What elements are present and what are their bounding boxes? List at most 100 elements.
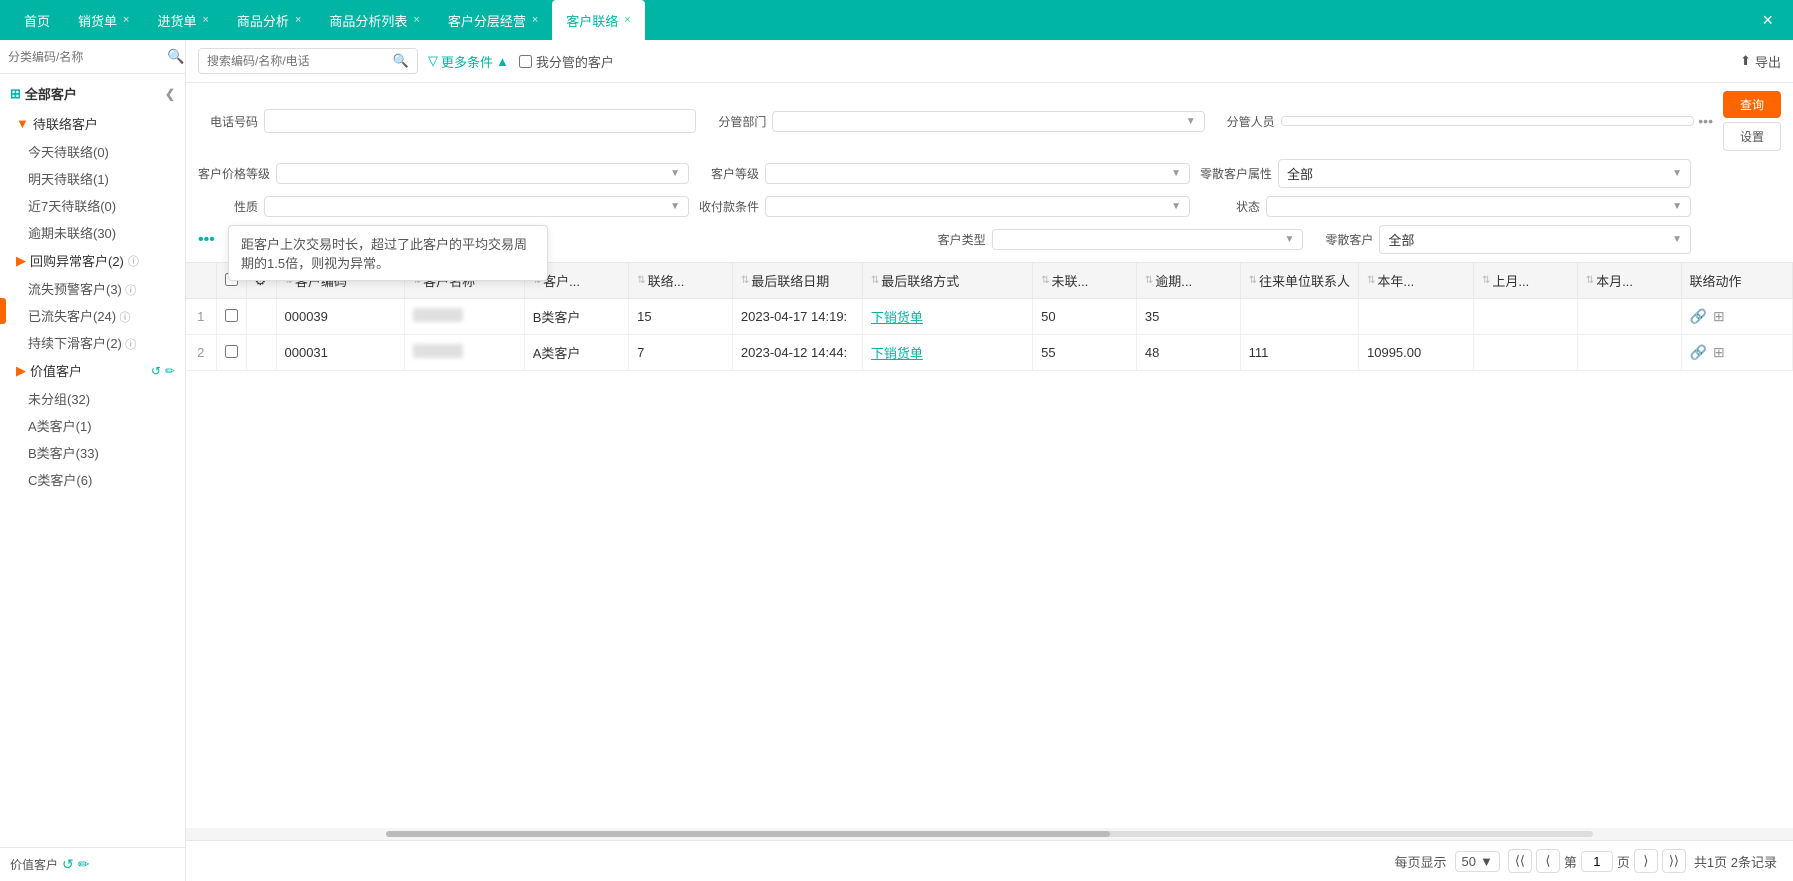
tree-root-all-customers[interactable]: ⊞ 全部客户 ❮ [0, 78, 185, 109]
row-last-method[interactable]: 下销货单 [862, 335, 1032, 371]
close-icon[interactable]: × [202, 14, 208, 26]
scatter-customer-select[interactable]: 全部 ▼ [1379, 225, 1691, 254]
page-nav: ⟨⟨ ⟨ 第 页 ⟩ ⟩⟩ [1508, 849, 1686, 873]
sidebar-section-value[interactable]: ▶ 价值客户 ↺ ✏ [0, 356, 185, 385]
refresh-icon[interactable]: ↺ [62, 856, 74, 873]
sidebar-bottom-label: 价值客户 [10, 856, 58, 873]
scatter-customer-label: 零散客户 [1313, 231, 1373, 248]
row-checkbox-cell [216, 335, 246, 371]
sidebar-item-declining[interactable]: 持续下滑客户(2) ⓘ [0, 329, 185, 356]
more-conditions-button[interactable]: ▽ 更多条件 ▲ [428, 52, 509, 71]
sidebar-item-ungrouped[interactable]: 未分组(32) [0, 385, 185, 412]
info-icon: ⓘ [128, 253, 139, 269]
sidebar-section-repurchase[interactable]: ▶ 回购异常客户(2) ⓘ [0, 246, 185, 275]
nav-item-sales[interactable]: 销货单 × [64, 0, 143, 40]
dots-button[interactable]: ••• [1698, 113, 1713, 129]
grid-action-icon[interactable]: ⊞ [1713, 308, 1725, 325]
edit-icon[interactable]: ✏ [165, 364, 175, 378]
sidebar-item-overdue[interactable]: 逾期未联络(30) [0, 219, 185, 246]
sidebar-search-input[interactable] [8, 50, 163, 64]
status-label: 状态 [1200, 198, 1260, 215]
customer-grade-select[interactable]: ▼ [765, 163, 1190, 184]
search-icon: 🔍 [167, 48, 184, 65]
top-nav: 首页 销货单 × 进货单 × 商品分析 × 商品分析列表 × 客户分层经营 × … [0, 0, 1793, 40]
collapse-icon[interactable]: ❮ [165, 87, 175, 101]
chevron-down-icon: ▼ [1284, 234, 1294, 245]
page-input[interactable] [1581, 851, 1613, 872]
sidebar-item-b-class[interactable]: B类客户(33) [0, 439, 185, 466]
col-last-method: ⇅ 最后联络方式 [862, 263, 1032, 299]
edit-icon[interactable]: ✏ [78, 856, 90, 873]
scatter-attr-select[interactable]: 全部 ▼ [1278, 159, 1691, 188]
col-contact-count: ⇅ 联络... [629, 263, 733, 299]
nav-item-analysis[interactable]: 商品分析 × [223, 0, 315, 40]
my-customer-checkbox[interactable] [519, 55, 532, 68]
dept-select[interactable]: ▼ [772, 111, 1204, 132]
row-checkbox[interactable] [225, 345, 238, 358]
sidebar-item-tomorrow[interactable]: 明天待联络(1) [0, 165, 185, 192]
payment-label: 收付款条件 [699, 198, 759, 215]
info-icon: ⓘ [125, 285, 136, 297]
manager-input[interactable] [1281, 116, 1695, 126]
sidebar-item-today[interactable]: 今天待联络(0) [0, 138, 185, 165]
arrow-right-icon: ▶ [16, 363, 26, 379]
row-this-month [1577, 299, 1681, 335]
nav-item-customer-tier[interactable]: 客户分层经营 × [434, 0, 552, 40]
pagination-bar: 每页显示 50 ▼ ⟨⟨ ⟨ 第 页 ⟩ ⟩⟩ 共1页 2条记录 [186, 840, 1793, 881]
nature-select[interactable]: ▼ [264, 196, 689, 217]
nav-item-purchase[interactable]: 进货单 × [143, 0, 222, 40]
refresh-icon[interactable]: ↺ [151, 364, 161, 378]
first-page-button[interactable]: ⟨⟨ [1508, 849, 1532, 873]
row-overdue: 35 [1136, 299, 1240, 335]
status-select[interactable]: ▼ [1266, 196, 1691, 217]
link-icon[interactable]: 🔗 [1690, 344, 1707, 361]
nav-item-customer-contact[interactable]: 客户联络 × [552, 0, 644, 40]
sidebar-item-a-class[interactable]: A类客户(1) [0, 412, 185, 439]
sort-icon: ⇅ [1367, 275, 1375, 286]
price-grade-label: 客户价格等级 [198, 165, 270, 182]
search-input[interactable] [207, 54, 393, 68]
sidebar-item-lost-warning[interactable]: 流失预警客户(3) ⓘ [0, 275, 185, 302]
page-end-label: 页 [1617, 852, 1630, 871]
query-button[interactable]: 查询 [1723, 91, 1781, 118]
tooltip-trigger[interactable]: ••• [198, 231, 215, 249]
horizontal-scrollbar[interactable] [186, 828, 1793, 840]
my-customer-checkbox-label[interactable]: 我分管的客户 [519, 52, 614, 71]
nav-item-home[interactable]: 首页 [10, 0, 64, 40]
sidebar-section-pending[interactable]: ▼ 待联络客户 [0, 109, 185, 138]
next-page-button[interactable]: ⟩ [1634, 849, 1658, 873]
sidebar-item-7days[interactable]: 近7天待联络(0) [0, 192, 185, 219]
sidebar-item-lost[interactable]: 已流失客户(24) ⓘ [0, 302, 185, 329]
nav-item-analysis-list[interactable]: 商品分析列表 × [315, 0, 433, 40]
price-grade-select[interactable]: ▼ [276, 163, 689, 184]
ellipsis-icon[interactable]: ••• [198, 231, 215, 249]
customer-type-select[interactable]: ▼ [992, 229, 1304, 250]
row-last-method[interactable]: 下销货单 [862, 299, 1032, 335]
per-page-select[interactable]: 50 ▼ [1455, 851, 1500, 872]
row-name [404, 299, 524, 335]
manager-label: 分管人员 [1215, 113, 1275, 130]
export-button[interactable]: ⬆ 导出 [1740, 52, 1781, 71]
table-row: 1 000039 B类客户 15 2023-04-17 14:19: [186, 299, 1793, 335]
close-all-button[interactable]: × [1752, 10, 1783, 31]
close-icon[interactable]: × [413, 14, 419, 26]
close-icon[interactable]: × [295, 14, 301, 26]
close-icon[interactable]: × [123, 14, 129, 26]
advanced-filter-panel: 电话号码 分管部门 ▼ 分管人员 ••• [186, 83, 1793, 263]
link-icon[interactable]: 🔗 [1690, 308, 1707, 325]
grid-action-icon[interactable]: ⊞ [1713, 344, 1725, 361]
payment-select[interactable]: ▼ [765, 196, 1190, 217]
table-container: ⚙ ⇅ 客户编码 ⇅ 客户名称 [186, 263, 1793, 828]
sidebar-tree: ⊞ 全部客户 ❮ ▼ 待联络客户 今天待联络(0) 明天待联络(1) 近7天待联… [0, 74, 185, 847]
close-icon[interactable]: × [532, 14, 538, 26]
row-last-date: 2023-04-12 14:44: [732, 335, 862, 371]
last-page-button[interactable]: ⟩⟩ [1662, 849, 1686, 873]
sidebar-item-c-class[interactable]: C类客户(6) [0, 466, 185, 493]
chevron-down-icon: ▼ [1171, 168, 1181, 179]
close-icon[interactable]: × [624, 14, 630, 26]
phone-input[interactable] [264, 109, 696, 133]
blurred-name [413, 344, 463, 358]
prev-page-button[interactable]: ⟨ [1536, 849, 1560, 873]
settings-button[interactable]: 设置 [1723, 122, 1781, 151]
row-checkbox[interactable] [225, 309, 238, 322]
